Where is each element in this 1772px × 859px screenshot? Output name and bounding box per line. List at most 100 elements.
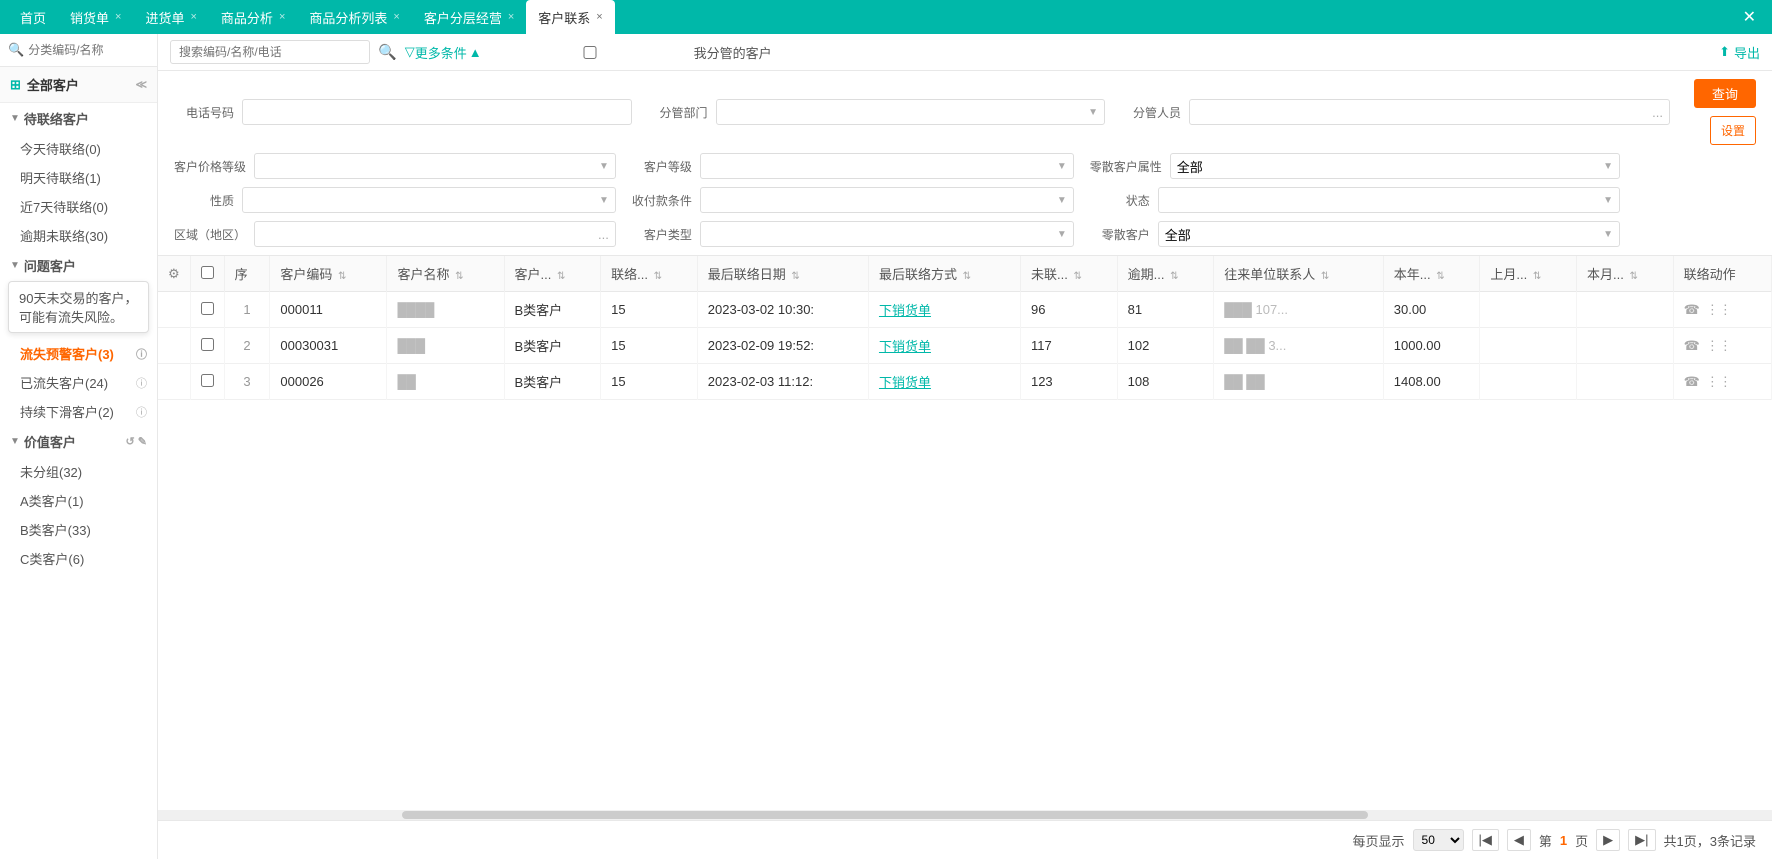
col-last-method-label: 最后联络方式 bbox=[879, 267, 957, 282]
col-last-date[interactable]: 最后联络日期 ⇅ bbox=[697, 256, 868, 292]
table-row: 1 000011 ████ B类客户 15 2023-03-02 10:30: … bbox=[158, 292, 1772, 328]
col-settings[interactable]: ⚙ bbox=[158, 256, 190, 292]
col-this-year[interactable]: 本年... ⇅ bbox=[1383, 256, 1480, 292]
sidebar-item-type-c[interactable]: C类客户(6) bbox=[0, 544, 157, 573]
row-name-1: ███ bbox=[387, 328, 504, 364]
tab-analysis[interactable]: 商品分析 × bbox=[209, 0, 297, 34]
row-check-2[interactable] bbox=[201, 374, 214, 387]
tab-purchase[interactable]: 进货单 × bbox=[133, 0, 208, 34]
sidebar-item-type-b[interactable]: B类客户(33) bbox=[0, 515, 157, 544]
dept-select[interactable]: ▼ bbox=[716, 99, 1106, 125]
tab-customer-tier[interactable]: 客户分层经营 × bbox=[412, 0, 526, 34]
page-size-select[interactable]: 50 100 200 bbox=[1413, 829, 1464, 851]
sidebar-pending-group[interactable]: ▼ 待联络客户 bbox=[0, 103, 157, 134]
action-contact-icon-1[interactable]: ☎ bbox=[1684, 338, 1700, 354]
sidebar-value-group[interactable]: ▼ 价值客户 ↺ ✎ bbox=[0, 426, 157, 457]
retail-select[interactable]: 全部 ▼ bbox=[1158, 221, 1620, 247]
row-action-0[interactable]: ☎ ⋮⋮ bbox=[1673, 292, 1771, 328]
more-conditions-arrow: ▲ bbox=[469, 45, 482, 60]
row-last-month-1 bbox=[1480, 328, 1577, 364]
tab-customer-tier-close[interactable]: × bbox=[508, 11, 514, 23]
query-button[interactable]: 查询 bbox=[1694, 79, 1756, 108]
sidebar-item-7days[interactable]: 近7天待联络(0) bbox=[0, 192, 157, 221]
row-action-1[interactable]: ☎ ⋮⋮ bbox=[1673, 328, 1771, 364]
sidebar-item-today[interactable]: 今天待联络(0) bbox=[0, 134, 157, 163]
col-last-method[interactable]: 最后联络方式 ⇅ bbox=[868, 256, 1020, 292]
first-page-button[interactable]: |◀ bbox=[1472, 829, 1499, 851]
phone-field: 电话号码 bbox=[174, 99, 632, 125]
sidebar-item-type-a[interactable]: A类客户(1) bbox=[0, 486, 157, 515]
action-contact-icon-2[interactable]: ☎ bbox=[1684, 374, 1700, 390]
row-checkbox-1[interactable] bbox=[190, 328, 224, 364]
window-close-button[interactable]: ✕ bbox=[1735, 7, 1764, 27]
my-customers-check[interactable] bbox=[490, 46, 690, 59]
col-contact[interactable]: 联络... ⇅ bbox=[601, 256, 698, 292]
row-action-2[interactable]: ☎ ⋮⋮ bbox=[1673, 364, 1771, 400]
col-last-month[interactable]: 上月... ⇅ bbox=[1480, 256, 1577, 292]
col-code[interactable]: 客户编码 ⇅ bbox=[270, 256, 387, 292]
col-unlinkdays[interactable]: 未联... ⇅ bbox=[1020, 256, 1117, 292]
col-contact-person[interactable]: 往来单位联系人 ⇅ bbox=[1214, 256, 1384, 292]
col-type[interactable]: 客户... ⇅ bbox=[504, 256, 601, 292]
sidebar-item-overdue[interactable]: 逾期未联络(30) bbox=[0, 221, 157, 250]
row-last-method-1[interactable]: 下销货单 bbox=[868, 328, 1020, 364]
last-page-button[interactable]: ▶| bbox=[1628, 829, 1655, 851]
settings-button[interactable]: 设置 bbox=[1710, 116, 1756, 145]
prev-page-button[interactable]: ◀ bbox=[1507, 829, 1531, 851]
more-conditions-button[interactable]: ▽ 更多条件 ▲ bbox=[405, 43, 482, 62]
row-check-0[interactable] bbox=[201, 302, 214, 315]
top-tab-bar: 首页 销货单 × 进货单 × 商品分析 × 商品分析列表 × 客户分层经营 × … bbox=[0, 0, 1772, 34]
row-last-method-0[interactable]: 下销货单 bbox=[868, 292, 1020, 328]
export-button[interactable]: ⬆ 导出 bbox=[1719, 43, 1760, 62]
row-checkbox-2[interactable] bbox=[190, 364, 224, 400]
tab-analysis-list[interactable]: 商品分析列表 × bbox=[297, 0, 411, 34]
tab-analysis-list-close[interactable]: × bbox=[393, 11, 399, 23]
sidebar-item-churn-warning[interactable]: 流失预警客户(3) ⓘ bbox=[0, 339, 157, 368]
col-contact-sort-icon: ⇅ bbox=[654, 271, 662, 282]
tab-sales-close[interactable]: × bbox=[115, 11, 121, 23]
action-more-icon-1[interactable]: ⋮⋮ bbox=[1706, 338, 1732, 354]
sidebar-item-tomorrow[interactable]: 明天待联络(1) bbox=[0, 163, 157, 192]
nature-select[interactable]: ▼ bbox=[242, 187, 616, 213]
status-down-arrow: ▼ bbox=[1603, 195, 1613, 206]
area-select[interactable]: ... bbox=[254, 221, 616, 247]
customer-type-select[interactable]: ▼ bbox=[700, 221, 1074, 247]
action-contact-icon-0[interactable]: ☎ bbox=[1684, 302, 1700, 318]
row-checkbox-0[interactable] bbox=[190, 292, 224, 328]
sidebar-item-declining[interactable]: 持续下滑客户(2) ⓘ bbox=[0, 397, 157, 426]
select-all-checkbox[interactable] bbox=[201, 266, 214, 279]
tab-sales[interactable]: 销货单 × bbox=[58, 0, 133, 34]
row-last-method-2[interactable]: 下销货单 bbox=[868, 364, 1020, 400]
zero-attr-select[interactable]: 全部 ▼ bbox=[1170, 153, 1620, 179]
tab-analysis-close[interactable]: × bbox=[279, 11, 285, 23]
col-name[interactable]: 客户名称 ⇅ bbox=[387, 256, 504, 292]
tab-customer-contact[interactable]: 客户联系 × bbox=[526, 0, 614, 34]
tab-purchase-close[interactable]: × bbox=[190, 11, 196, 23]
sidebar-item-ungrouped[interactable]: 未分组(32) bbox=[0, 457, 157, 486]
row-this-year-2: 1408.00 bbox=[1383, 364, 1480, 400]
status-select[interactable]: ▼ bbox=[1158, 187, 1620, 213]
next-page-button[interactable]: ▶ bbox=[1596, 829, 1620, 851]
lost-arrow-icon: ▼ bbox=[10, 260, 20, 271]
sidebar-lost-group[interactable]: ▼ 问题客户 bbox=[0, 250, 157, 281]
price-level-select[interactable]: ▼ bbox=[254, 153, 616, 179]
sidebar-all-customers[interactable]: ⊞ 全部客户 ≪ bbox=[0, 67, 157, 103]
my-customers-checkbox[interactable]: 我分管的客户 bbox=[490, 43, 772, 62]
sidebar-search-input[interactable] bbox=[28, 43, 149, 57]
person-select[interactable]: ... bbox=[1189, 99, 1670, 125]
phone-input[interactable] bbox=[242, 99, 632, 125]
row-check-1[interactable] bbox=[201, 338, 214, 351]
col-overdue[interactable]: 逾期... ⇅ bbox=[1117, 256, 1214, 292]
action-more-icon-2[interactable]: ⋮⋮ bbox=[1706, 374, 1732, 390]
col-this-month[interactable]: 本月... ⇅ bbox=[1577, 256, 1674, 292]
sidebar-item-churned[interactable]: 已流失客户(24) ⓘ bbox=[0, 368, 157, 397]
customer-level-select[interactable]: ▼ bbox=[700, 153, 1074, 179]
horizontal-scrollbar[interactable] bbox=[158, 810, 1772, 820]
action-more-icon-0[interactable]: ⋮⋮ bbox=[1706, 302, 1732, 318]
search-input[interactable] bbox=[170, 40, 370, 64]
scrollbar-thumb[interactable] bbox=[402, 811, 1368, 819]
tab-home[interactable]: 首页 bbox=[8, 0, 58, 34]
tab-customer-contact-close[interactable]: × bbox=[596, 11, 602, 23]
filter-search-button[interactable]: 🔍 bbox=[378, 43, 397, 61]
payment-select[interactable]: ▼ bbox=[700, 187, 1074, 213]
